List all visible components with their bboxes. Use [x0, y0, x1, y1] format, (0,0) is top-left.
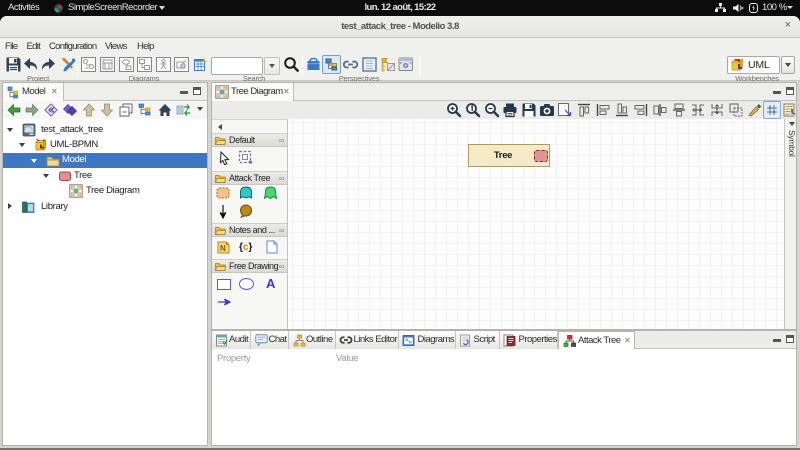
svg-text:N: N [220, 244, 226, 253]
